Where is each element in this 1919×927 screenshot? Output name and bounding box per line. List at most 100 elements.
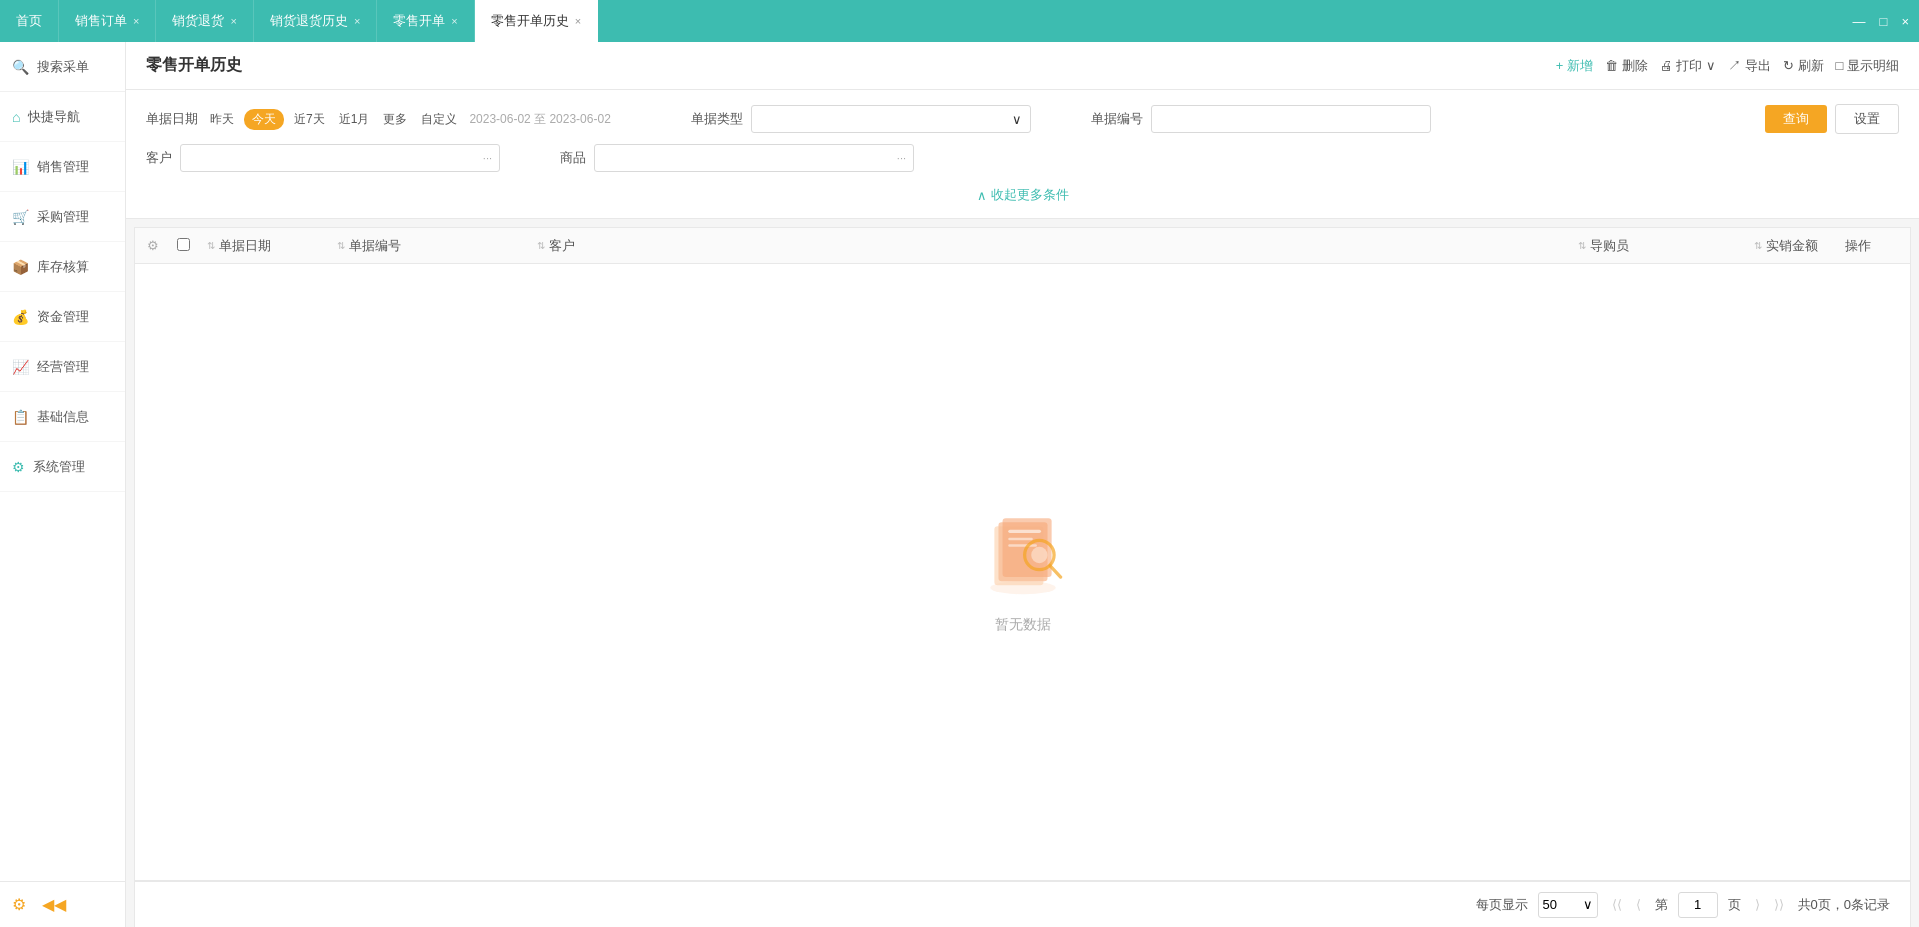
tab-retail-open-history[interactable]: 零售开单历史 × xyxy=(475,0,598,42)
tab-sales-order-close[interactable]: × xyxy=(133,15,139,27)
sidebar-item-base-info[interactable]: 📋 基础信息 xyxy=(0,392,125,442)
print-arrow-icon: ∨ xyxy=(1706,58,1716,73)
date-shortcut-custom[interactable]: 自定义 xyxy=(417,109,461,130)
page-number-input[interactable] xyxy=(1678,892,1718,918)
product-filter-input[interactable] xyxy=(594,144,914,172)
sidebar-search[interactable]: 🔍 搜索采单 xyxy=(0,42,125,92)
close-btn[interactable]: × xyxy=(1901,14,1909,29)
table-col-number[interactable]: ⇅ 单据编号 xyxy=(337,237,537,255)
tab-sales-return[interactable]: 销货退货 × xyxy=(156,0,253,42)
minimize-btn[interactable]: — xyxy=(1853,14,1866,29)
tab-sales-return-close[interactable]: × xyxy=(230,15,236,27)
add-button[interactable]: + 新增 xyxy=(1556,57,1593,75)
sidebar-item-purchase-mgmt[interactable]: 🛒 采购管理 xyxy=(0,192,125,242)
tab-home[interactable]: 首页 xyxy=(0,0,59,42)
table-area: ⚙ ⇅ 单据日期 ⇅ 单据编号 ⇅ 客户 ⇅ xyxy=(134,227,1911,881)
col-date-label: 单据日期 xyxy=(219,237,271,255)
date-filter-group: 单据日期 昨天 今天 近7天 近1月 更多 自定义 2023-06-02 至 2… xyxy=(146,109,611,130)
col-amount-label: 实销金额 xyxy=(1766,237,1818,255)
type-filter-label: 单据类型 xyxy=(691,110,743,128)
product-filter-dots: ··· xyxy=(897,152,906,164)
sort-icon-date: ⇅ xyxy=(207,240,215,251)
filter-row-1: 单据日期 昨天 今天 近7天 近1月 更多 自定义 2023-06-02 至 2… xyxy=(146,104,1899,134)
tab-sales-order-label: 销售订单 xyxy=(75,12,127,30)
window-controls: — □ × xyxy=(1853,14,1919,29)
date-shortcut-1month[interactable]: 近1月 xyxy=(335,109,374,130)
check-all-checkbox[interactable] xyxy=(177,238,190,251)
tab-sales-return-history[interactable]: 销货退货历史 × xyxy=(254,0,377,42)
collapse-row[interactable]: ∧ 收起更多条件 xyxy=(146,182,1899,212)
sort-icon-customer: ⇅ xyxy=(537,240,545,251)
table-settings-icon[interactable]: ⚙ xyxy=(147,238,159,253)
sidebar-item-quick-nav-label: 快捷导航 xyxy=(28,108,80,126)
first-page-btn[interactable]: ⟨⟨ xyxy=(1608,895,1626,914)
sidebar-item-inventory-check[interactable]: 📦 库存核算 xyxy=(0,242,125,292)
svg-rect-6 xyxy=(1008,544,1037,546)
per-page-value: 50 xyxy=(1543,897,1557,912)
tab-retail-open-label: 零售开单 xyxy=(393,12,445,30)
table-col-date[interactable]: ⇅ 单据日期 xyxy=(207,237,337,255)
tab-home-label: 首页 xyxy=(16,12,42,30)
page-suffix-label: 页 xyxy=(1724,894,1745,916)
tab-sales-return-history-close[interactable]: × xyxy=(354,15,360,27)
tab-retail-open-close[interactable]: × xyxy=(451,15,457,27)
maximize-btn[interactable]: □ xyxy=(1880,14,1888,29)
sidebar-item-sales-mgmt-label: 销售管理 xyxy=(37,158,89,176)
sidebar-footer: ⚙ ◀◀ xyxy=(0,881,125,927)
sys-mgmt-icon: ⚙ xyxy=(12,459,25,475)
table-body: 暂无数据 xyxy=(135,264,1910,880)
col-guide-label: 导购员 xyxy=(1590,237,1629,255)
export-button[interactable]: ↗ 导出 xyxy=(1728,57,1771,75)
print-label: 🖨 打印 xyxy=(1660,57,1703,75)
customer-filter-group: 客户 ··· xyxy=(146,144,500,172)
last-page-btn[interactable]: ⟩⟩ xyxy=(1770,895,1788,914)
number-filter-group: 单据编号 xyxy=(1091,105,1431,133)
table-check-all-col xyxy=(177,238,207,254)
query-buttons: 查询 设置 xyxy=(1765,104,1899,134)
customer-filter-input[interactable] xyxy=(180,144,500,172)
tab-retail-open[interactable]: 零售开单 × xyxy=(377,0,474,42)
table-settings-col: ⚙ xyxy=(147,238,177,253)
settings-button[interactable]: 设置 xyxy=(1835,104,1899,134)
print-button[interactable]: 🖨 打印 ∨ xyxy=(1660,57,1717,75)
svg-point-9 xyxy=(1031,547,1047,563)
delete-button[interactable]: 🗑 删除 xyxy=(1605,57,1648,75)
date-shortcut-7days[interactable]: 近7天 xyxy=(290,109,329,130)
type-filter-group: 单据类型 ∨ xyxy=(691,105,1031,133)
table-col-customer[interactable]: ⇅ 客户 xyxy=(537,237,1578,255)
tab-sales-order[interactable]: 销售订单 × xyxy=(59,0,156,42)
page-prefix-label: 第 xyxy=(1651,894,1672,916)
filter-row-2: 客户 ··· 商品 ··· xyxy=(146,144,1899,172)
settings-icon[interactable]: ⚙ xyxy=(12,895,26,914)
prev-page-btn[interactable]: ⟨ xyxy=(1632,895,1645,914)
refresh-button[interactable]: ↻ 刷新 xyxy=(1783,57,1824,75)
product-filter-label: 商品 xyxy=(560,149,586,167)
inventory-check-icon: 📦 xyxy=(12,259,29,275)
sort-icon-amount: ⇅ xyxy=(1754,240,1762,251)
query-button[interactable]: 查询 xyxy=(1765,105,1827,133)
date-filter-label: 单据日期 xyxy=(146,110,198,128)
display-detail-checkbox[interactable]: □ 显示明细 xyxy=(1836,57,1899,75)
table-col-amount[interactable]: ⇅ 实销金额 xyxy=(1698,237,1818,255)
sidebar-item-sys-mgmt[interactable]: ⚙ 系统管理 xyxy=(0,442,125,492)
sidebar-item-sales-mgmt[interactable]: 📊 销售管理 xyxy=(0,142,125,192)
sidebar-item-ops-mgmt[interactable]: 📈 经营管理 xyxy=(0,342,125,392)
col-action-label: 操作 xyxy=(1845,237,1871,255)
next-page-btn[interactable]: ⟩ xyxy=(1751,895,1764,914)
collapse-sidebar-icon[interactable]: ◀◀ xyxy=(42,895,66,914)
date-shortcuts: 昨天 今天 近7天 近1月 更多 自定义 xyxy=(206,109,461,130)
sidebar-item-fund-mgmt[interactable]: 💰 资金管理 xyxy=(0,292,125,342)
main-layout: 🔍 搜索采单 ⌂ 快捷导航 📊 销售管理 🛒 采购管理 📦 库存核算 💰 xyxy=(0,42,1919,927)
date-shortcut-today[interactable]: 今天 xyxy=(244,109,284,130)
table-col-guide[interactable]: ⇅ 导购员 xyxy=(1578,237,1698,255)
per-page-select[interactable]: 50 ∨ xyxy=(1538,892,1598,918)
date-shortcut-yesterday[interactable]: 昨天 xyxy=(206,109,238,130)
toolbar: + 新增 🗑 删除 🖨 打印 ∨ ↗ 导出 ↻ 刷新 □ 显示明细 xyxy=(1556,57,1899,75)
svg-rect-5 xyxy=(1008,538,1033,540)
page-title: 零售开单历史 xyxy=(146,55,1556,76)
date-shortcut-more[interactable]: 更多 xyxy=(379,109,411,130)
sidebar-item-quick-nav[interactable]: ⌂ 快捷导航 xyxy=(0,92,125,142)
tab-retail-open-history-close[interactable]: × xyxy=(575,15,581,27)
number-filter-input[interactable] xyxy=(1151,105,1431,133)
type-filter-select[interactable]: ∨ xyxy=(751,105,1031,133)
